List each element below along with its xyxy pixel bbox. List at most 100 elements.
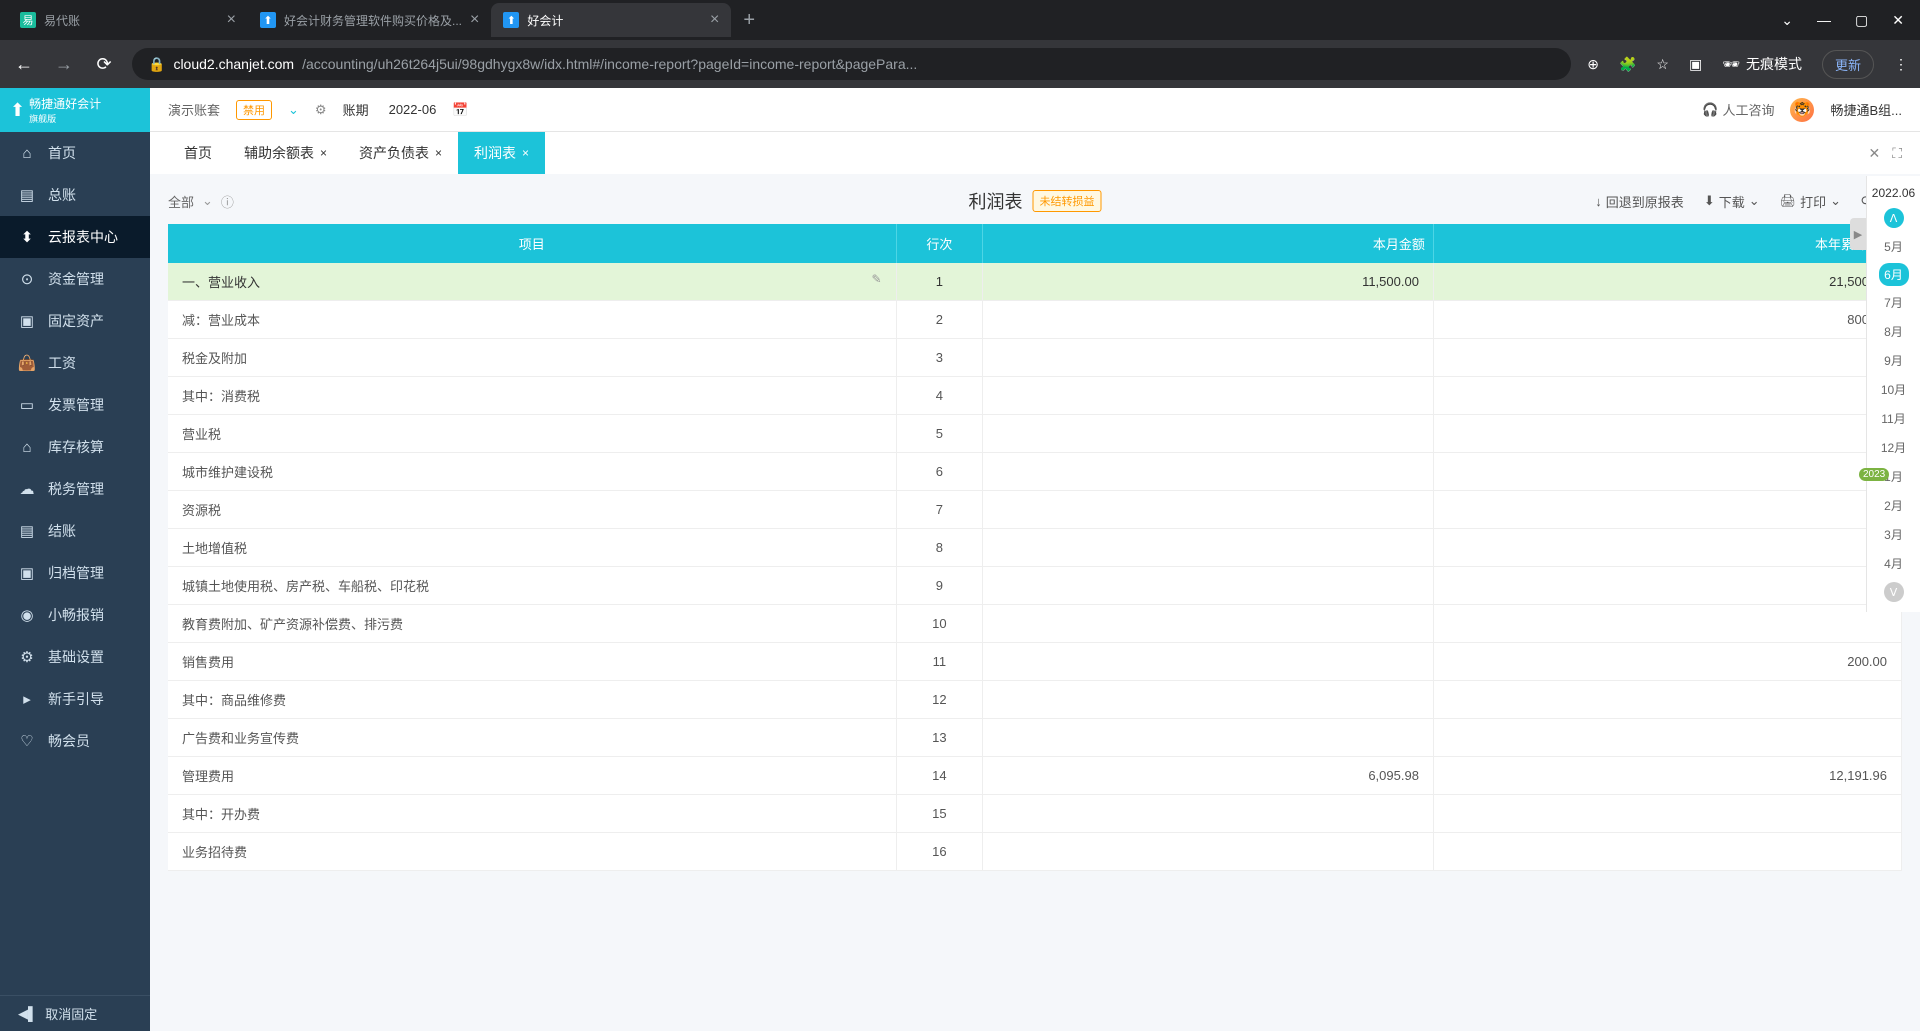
table-row[interactable]: 教育费附加、矿产资源补偿费、排污费10 — [168, 605, 1902, 643]
table-row[interactable]: 其中：商品维修费12 — [168, 681, 1902, 719]
cell-year: 12,191.96 — [1433, 757, 1901, 795]
sidebar-item-13[interactable]: ▸新手引导 — [0, 678, 150, 720]
new-tab-button[interactable]: + — [731, 9, 767, 32]
page-tab-0[interactable]: 首页 — [168, 132, 228, 174]
table-container[interactable]: 项目 行次 本月金额 本年累计金额 一、营业收入✎111,500.0021,50… — [168, 224, 1902, 1031]
sidebar-label: 小畅报销 — [48, 605, 104, 625]
bookmark-icon[interactable]: ▣ — [1689, 56, 1702, 73]
expand-handle[interactable]: ▶ — [1850, 218, 1866, 250]
close-icon[interactable]: × — [470, 11, 479, 29]
reload-button[interactable]: ⟳ — [92, 54, 116, 75]
rail-up-button[interactable]: ᐱ — [1884, 208, 1904, 228]
table-row[interactable]: 销售费用11200.00 — [168, 643, 1902, 681]
rail-month[interactable]: 8月 — [1879, 317, 1909, 346]
sidebar-item-2[interactable]: ⬍云报表中心 — [0, 216, 150, 258]
close-icon[interactable]: × — [522, 146, 529, 160]
chevron-down-icon[interactable]: ⌄ — [1781, 12, 1793, 29]
back-button[interactable]: ← — [12, 54, 36, 75]
page-tab-1[interactable]: 辅助余额表× — [228, 132, 343, 174]
close-icon[interactable]: × — [227, 11, 236, 29]
rail-month[interactable]: 10月 — [1879, 375, 1909, 404]
sidebar-item-6[interactable]: ▭发票管理 — [0, 384, 150, 426]
support-link[interactable]: 🎧 人工咨询 — [1702, 100, 1774, 119]
close-icon[interactable]: × — [320, 146, 327, 160]
browser-tab-1[interactable]: ⬆ 好会计财务管理软件购买价格及... × — [248, 3, 491, 37]
rail-month[interactable]: 3月 — [1884, 520, 1903, 549]
table-row[interactable]: 业务招待费16 — [168, 833, 1902, 871]
calendar-icon[interactable]: 📅 — [452, 102, 468, 118]
rail-month[interactable]: 2月 — [1884, 491, 1903, 520]
close-icon[interactable]: × — [710, 11, 719, 29]
close-all-tabs-icon[interactable]: ✕ — [1868, 145, 1880, 162]
table-row[interactable]: 一、营业收入✎111,500.0021,500.00 — [168, 263, 1902, 301]
account-selector[interactable]: 演示账套 — [168, 100, 220, 119]
sidebar-item-3[interactable]: ⊙资金管理 — [0, 258, 150, 300]
browser-tab-0[interactable]: 易 易代账 × — [8, 3, 248, 37]
minimize-icon[interactable]: — — [1817, 12, 1831, 29]
table-row[interactable]: 城镇土地使用税、房产税、车船税、印花税9 — [168, 567, 1902, 605]
sidebar-item-11[interactable]: ◉小畅报销 — [0, 594, 150, 636]
table-row[interactable]: 管理费用146,095.9812,191.96 — [168, 757, 1902, 795]
revert-button[interactable]: ↓回退到原报表 — [1595, 192, 1684, 211]
sidebar-item-7[interactable]: ⌂库存核算 — [0, 426, 150, 468]
sidebar-label: 畅会员 — [48, 731, 90, 751]
table-row[interactable]: 广告费和业务宣传费13 — [168, 719, 1902, 757]
sidebar-item-12[interactable]: ⚙基础设置 — [0, 636, 150, 678]
help-icon[interactable]: ⓘ — [221, 192, 234, 211]
sidebar-unpin[interactable]: ◀▌ 取消固定 — [0, 995, 150, 1031]
update-button[interactable]: 更新 — [1822, 50, 1874, 79]
table-row[interactable]: 土地增值税8 — [168, 529, 1902, 567]
table-row[interactable]: 资源税7 — [168, 491, 1902, 529]
user-name[interactable]: 畅捷通B组... — [1830, 100, 1902, 119]
url-input[interactable]: 🔒 cloud2.chanjet.com/accounting/uh26t264… — [132, 48, 1571, 80]
extension-icon[interactable]: 🧩 — [1619, 56, 1636, 73]
table-row[interactable]: 营业税5 — [168, 415, 1902, 453]
rail-month[interactable]: 5月 — [1879, 232, 1909, 261]
rail-down-button[interactable]: ᐯ — [1884, 582, 1904, 602]
col-header-month: 本月金额 — [983, 224, 1434, 263]
chevron-down-icon[interactable]: ⌄ — [288, 102, 299, 118]
page-tab-2[interactable]: 资产负债表× — [343, 132, 458, 174]
rail-month[interactable]: 11月 — [1879, 404, 1909, 433]
sidebar-item-1[interactable]: ▤总账 — [0, 174, 150, 216]
report-toolbar: 全部 ⌄ ⓘ 利润表 未结转损益 ↓回退到原报表 ⬇下载⌄ 🖨打印⌄ ⟳刷新 — [168, 182, 1902, 220]
filter-selector[interactable]: 全部 — [168, 192, 194, 211]
table-row[interactable]: 其中：开办费15 — [168, 795, 1902, 833]
edit-icon[interactable]: ✎ — [872, 272, 882, 286]
sidebar-item-8[interactable]: ☁税务管理 — [0, 468, 150, 510]
close-window-icon[interactable]: ✕ — [1892, 12, 1904, 29]
rail-month[interactable]: 6月 — [1879, 263, 1909, 286]
download-button[interactable]: ⬇下载⌄ — [1704, 192, 1760, 211]
sidebar-item-4[interactable]: ▣固定资产 — [0, 300, 150, 342]
sidebar-item-0[interactable]: ⌂首页 — [0, 132, 150, 174]
sidebar-item-10[interactable]: ▣归档管理 — [0, 552, 150, 594]
table-row[interactable]: 减：营业成本2800.00 — [168, 301, 1902, 339]
period-value[interactable]: 2022-06 — [389, 102, 437, 117]
forward-button[interactable]: → — [52, 54, 76, 75]
menu-icon[interactable]: ⋮ — [1894, 56, 1908, 73]
rail-month[interactable]: 12月 — [1879, 433, 1909, 462]
star-icon[interactable]: ☆ — [1656, 56, 1669, 73]
page-tab-3[interactable]: 利润表× — [458, 132, 545, 174]
browser-tab-2[interactable]: ⬆ 好会计 × — [491, 3, 731, 37]
rail-month[interactable]: 7月 — [1879, 288, 1909, 317]
chevron-down-icon[interactable]: ⌄ — [202, 193, 213, 209]
rail-month[interactable]: 4月 — [1884, 549, 1903, 578]
table-row[interactable]: 其中：消费税4 — [168, 377, 1902, 415]
print-button[interactable]: 🖨打印⌄ — [1780, 192, 1841, 211]
search-icon[interactable]: ⊕ — [1587, 56, 1599, 73]
close-icon[interactable]: × — [435, 146, 442, 160]
cell-item: 城市维护建设税 — [168, 453, 896, 491]
table-row[interactable]: 城市维护建设税6 — [168, 453, 1902, 491]
maximize-icon[interactable]: ▢ — [1855, 12, 1868, 29]
sidebar-item-14[interactable]: ♡畅会员 — [0, 720, 150, 762]
rail-month[interactable]: 9月 — [1879, 346, 1909, 375]
sidebar-item-5[interactable]: 👜工资 — [0, 342, 150, 384]
gear-icon[interactable]: ⚙ — [315, 102, 327, 118]
fullscreen-icon[interactable]: ⛶ — [1892, 145, 1902, 162]
tab-bar: 易 易代账 × ⬆ 好会计财务管理软件购买价格及... × ⬆ 好会计 × + … — [0, 0, 1920, 40]
table-row[interactable]: 税金及附加3 — [168, 339, 1902, 377]
logo[interactable]: ⬆ 畅捷通好会计 旗舰版 — [0, 88, 150, 132]
sidebar-item-9[interactable]: ▤结账 — [0, 510, 150, 552]
avatar[interactable]: 🐯 — [1790, 98, 1814, 122]
